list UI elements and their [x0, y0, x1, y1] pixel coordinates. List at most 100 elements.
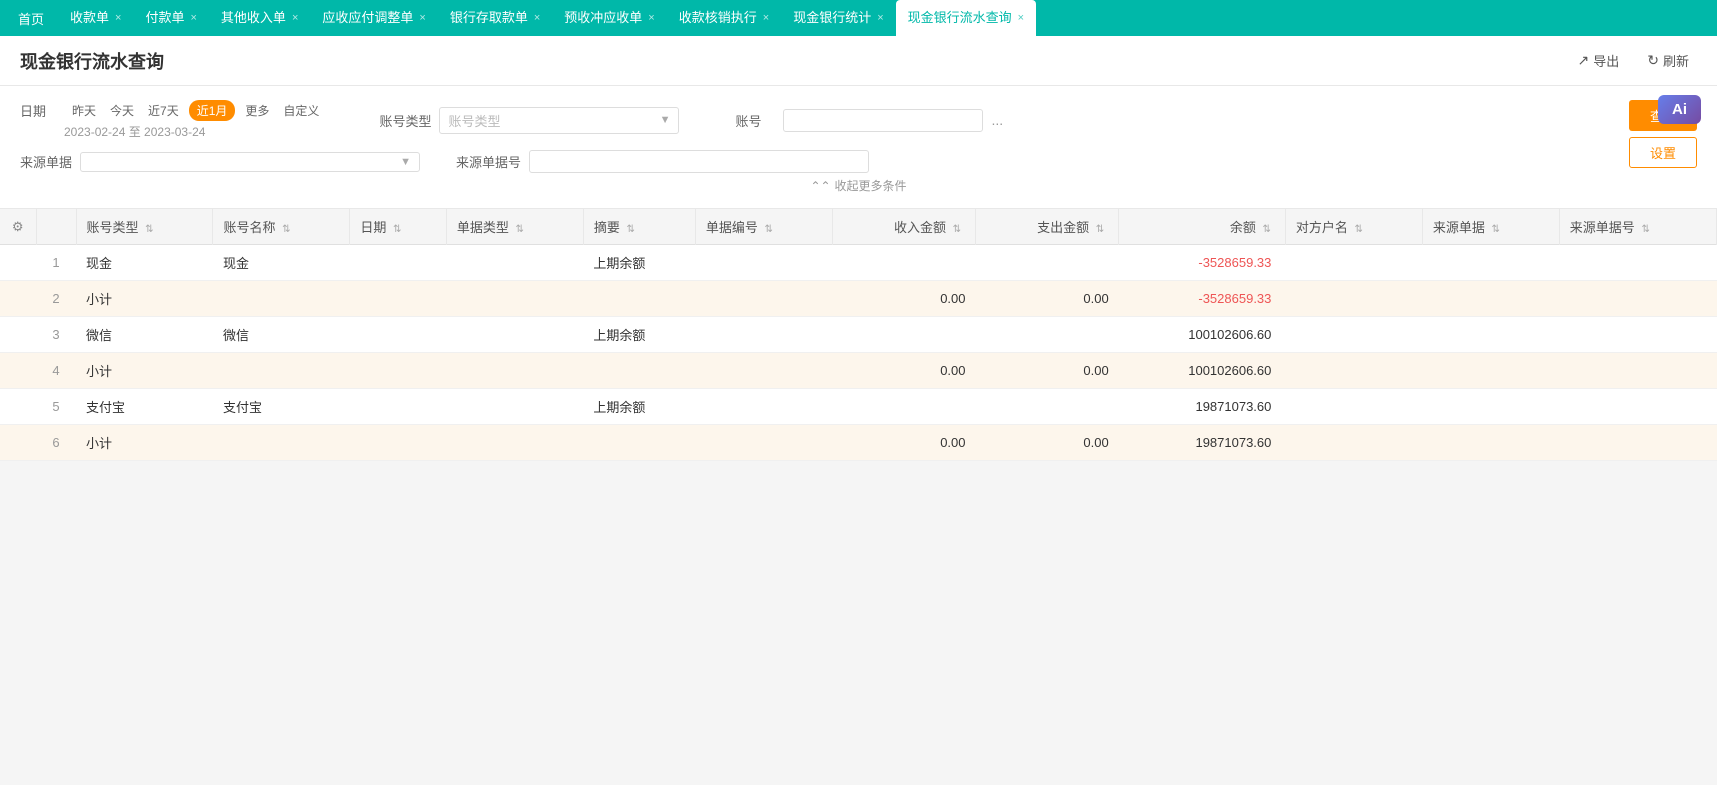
- th-source-voucher-no: 来源单据号 ⇅: [1559, 209, 1716, 245]
- td-voucher-no: [695, 389, 832, 425]
- th-gear: ⚙: [0, 209, 36, 245]
- nav-tab-liushui[interactable]: 现金银行流水查询×: [896, 0, 1036, 36]
- date-shortcuts: 昨天 今天 近7天 近1月 更多 自定义: [68, 100, 323, 121]
- close-icon[interactable]: ×: [190, 0, 196, 36]
- td-summary: [583, 353, 695, 389]
- nav-tab-yingshouyingfu[interactable]: 应收应付调整单×: [310, 0, 437, 36]
- td-source-voucher-no: [1559, 389, 1716, 425]
- td-voucher-type: [446, 425, 583, 461]
- th-expense-label: 支出金额: [1037, 220, 1089, 235]
- sort-icon-date[interactable]: ⇅: [393, 224, 401, 235]
- sort-icon-counterpart[interactable]: ⇅: [1355, 224, 1363, 235]
- account-input[interactable]: [783, 109, 983, 132]
- td-income: [832, 389, 975, 425]
- td-summary: [583, 281, 695, 317]
- th-account-name-label: 账号名称: [223, 220, 275, 235]
- nav-tab-xianjinyinhang[interactable]: 现金银行统计×: [781, 0, 895, 36]
- td-balance: -3528659.33: [1119, 245, 1286, 281]
- th-voucher-type-label: 单据类型: [457, 220, 509, 235]
- th-summary: 摘要 ⇅: [583, 209, 695, 245]
- close-icon[interactable]: ×: [419, 0, 425, 36]
- close-icon[interactable]: ×: [292, 0, 298, 36]
- th-account-name: 账号名称 ⇅: [213, 209, 350, 245]
- close-icon[interactable]: ×: [115, 0, 121, 36]
- export-icon: ↗: [1578, 52, 1590, 69]
- source-voucher-no-input[interactable]: [529, 150, 869, 173]
- sort-icon-summary[interactable]: ⇅: [627, 224, 635, 235]
- collapse-bar[interactable]: ⌃⌃ 收起更多条件: [20, 173, 1697, 198]
- td-source-voucher-no: [1559, 281, 1716, 317]
- th-voucher-type: 单据类型 ⇅: [446, 209, 583, 245]
- export-button[interactable]: ↗ 导出: [1570, 47, 1628, 74]
- td-expense: [976, 389, 1119, 425]
- td-counterpart: [1285, 425, 1422, 461]
- td-date: [350, 281, 447, 317]
- td-income: 0.00: [832, 425, 975, 461]
- sort-icon-voucher-no[interactable]: ⇅: [765, 224, 773, 235]
- td-voucher-type: [446, 389, 583, 425]
- refresh-icon: ↻: [1647, 52, 1659, 69]
- sort-icon-voucher-type[interactable]: ⇅: [516, 224, 524, 235]
- close-icon[interactable]: ×: [763, 0, 769, 36]
- close-icon[interactable]: ×: [534, 0, 540, 36]
- nav-tab-shoukuan[interactable]: 收款单×: [58, 0, 133, 36]
- date-btn-7days[interactable]: 近7天: [144, 100, 183, 121]
- gear-icon[interactable]: ⚙: [12, 219, 24, 234]
- close-icon[interactable]: ×: [648, 0, 654, 36]
- th-counterpart-label: 对方户名: [1296, 220, 1348, 235]
- settings-button[interactable]: 设置: [1629, 137, 1697, 168]
- header-actions: ↗ 导出 ↻ 刷新: [1570, 47, 1698, 74]
- td-expense: 0.00: [976, 353, 1119, 389]
- page-title: 现金银行流水查询: [20, 48, 164, 74]
- refresh-button[interactable]: ↻ 刷新: [1639, 47, 1697, 74]
- nav-tab-yinhangcunqu[interactable]: 银行存取款单×: [438, 0, 552, 36]
- close-icon[interactable]: ×: [877, 0, 883, 36]
- nav-tab-shoukuanhexiao[interactable]: 收款核销执行×: [667, 0, 781, 36]
- sort-icon-income[interactable]: ⇅: [953, 224, 961, 235]
- collapse-icon: ⌃⌃: [810, 179, 830, 193]
- sort-icon-expense[interactable]: ⇅: [1096, 224, 1104, 235]
- page-header: 现金银行流水查询 ↗ 导出 ↻ 刷新: [0, 36, 1717, 86]
- td-summary: 上期余额: [583, 389, 695, 425]
- table-row: 4 小计 0.00 0.00 100102606.60: [0, 353, 1717, 389]
- sort-icon-account-type[interactable]: ⇅: [145, 224, 153, 235]
- source-voucher-select[interactable]: ▼: [80, 152, 420, 172]
- td-voucher-no: [695, 353, 832, 389]
- td-source-voucher-no: [1559, 353, 1716, 389]
- account-type-select[interactable]: 账号类型 ▼: [439, 107, 679, 134]
- td-income: 0.00: [832, 281, 975, 317]
- sort-icon-source-voucher-no[interactable]: ⇅: [1641, 224, 1649, 235]
- td-balance: 19871073.60: [1119, 389, 1286, 425]
- sort-icon-account-name[interactable]: ⇅: [282, 224, 290, 235]
- nav-home[interactable]: 首页: [4, 9, 58, 28]
- td-account-name: 支付宝: [213, 389, 350, 425]
- date-btn-1month[interactable]: 近1月: [189, 100, 236, 121]
- td-account-type: 现金: [76, 245, 213, 281]
- td-account-type: 小计: [76, 353, 213, 389]
- date-btn-yesterday[interactable]: 昨天: [68, 100, 100, 121]
- ai-assistant-button[interactable]: Ai: [1658, 95, 1701, 124]
- table-row: 1 现金 现金 上期余额 -3528659.33: [0, 245, 1717, 281]
- td-balance: 100102606.60: [1119, 353, 1286, 389]
- close-icon[interactable]: ×: [1018, 0, 1024, 36]
- sort-icon-source-voucher[interactable]: ⇅: [1491, 224, 1499, 235]
- th-source-voucher-label: 来源单据: [1433, 220, 1485, 235]
- date-btn-today[interactable]: 今天: [106, 100, 138, 121]
- date-btn-more[interactable]: 更多: [241, 100, 273, 121]
- td-row-no: 2: [36, 281, 76, 317]
- sort-icon-balance[interactable]: ⇅: [1263, 224, 1271, 235]
- td-balance: 19871073.60: [1119, 425, 1286, 461]
- account-dots[interactable]: ...: [991, 112, 1003, 128]
- nav-tab-qita[interactable]: 其他收入单×: [209, 0, 310, 36]
- td-voucher-no: [695, 425, 832, 461]
- nav-tab-fukuan[interactable]: 付款单×: [133, 0, 208, 36]
- td-source-voucher: [1422, 245, 1559, 281]
- th-summary-label: 摘要: [594, 220, 620, 235]
- table-header-row: ⚙ 账号类型 ⇅ 账号名称 ⇅ 日期 ⇅ 单据类型 ⇅: [0, 209, 1717, 245]
- td-expense: 0.00: [976, 425, 1119, 461]
- td-gear: [0, 317, 36, 353]
- th-counterpart: 对方户名 ⇅: [1285, 209, 1422, 245]
- td-source-voucher-no: [1559, 245, 1716, 281]
- nav-tab-yushouquchong[interactable]: 预收冲应收单×: [552, 0, 666, 36]
- date-btn-custom[interactable]: 自定义: [279, 100, 323, 121]
